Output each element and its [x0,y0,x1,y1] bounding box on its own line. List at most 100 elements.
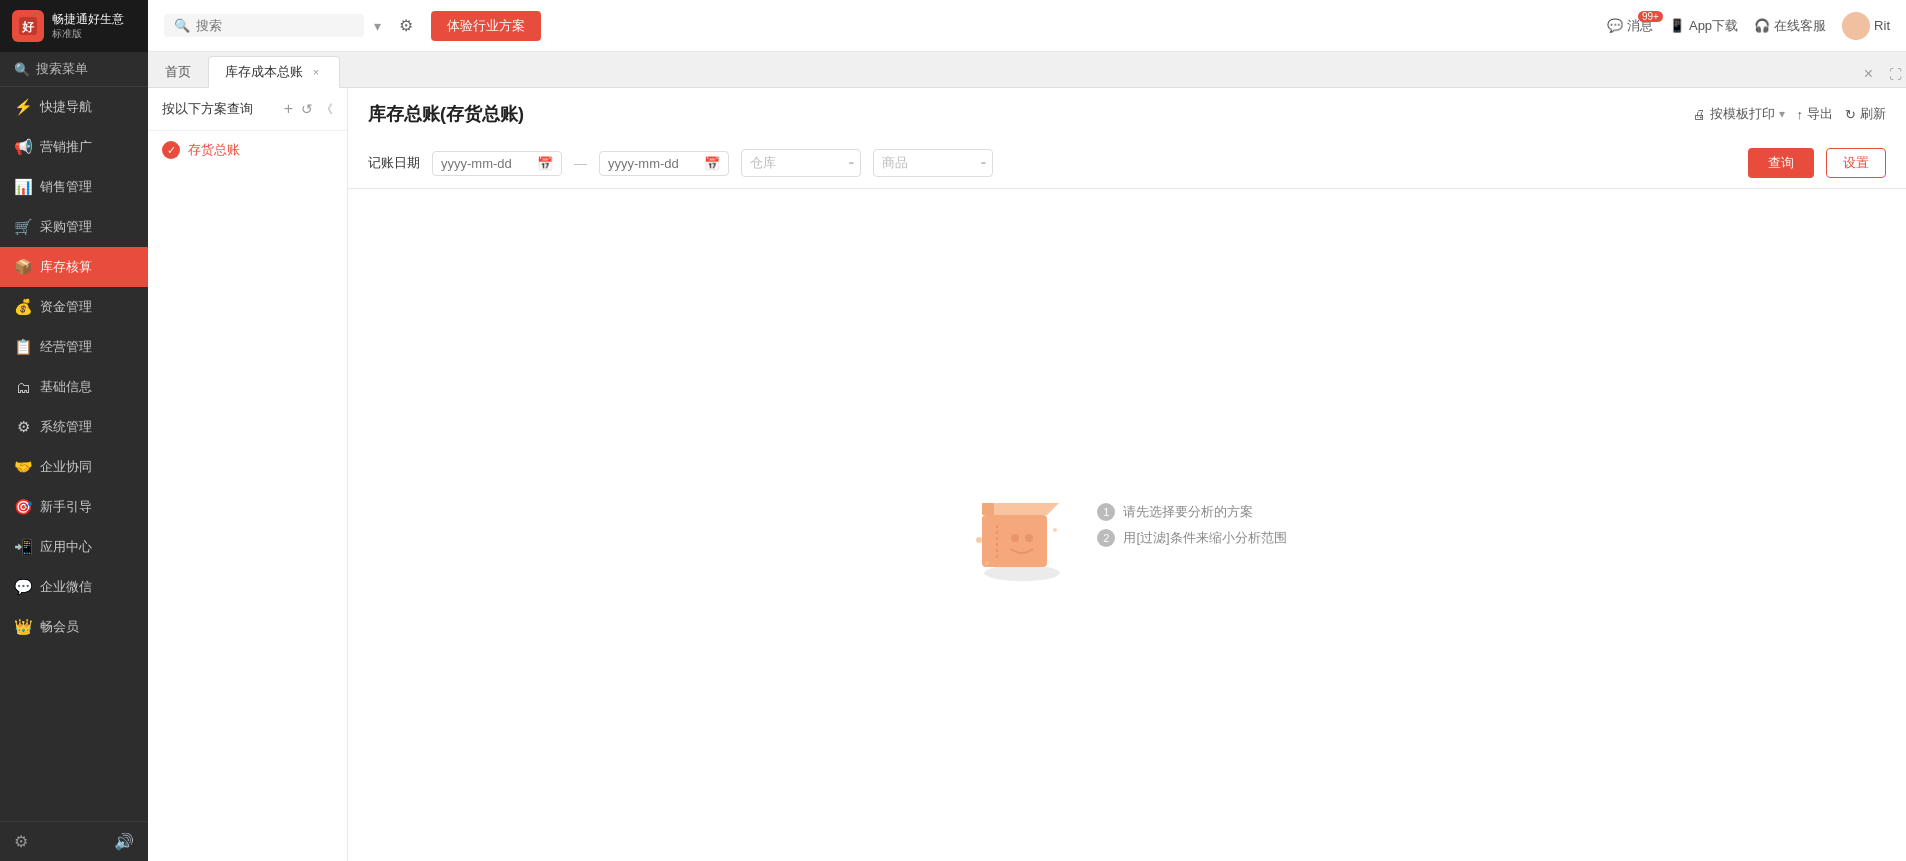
date-start-input[interactable]: 📅 [432,151,562,176]
topbar-gear-button[interactable]: ⚙ [391,11,421,41]
sidebar-item-guide[interactable]: 🎯 新手引导 [0,487,148,527]
page-header: 库存总账(存货总账) 🖨 按模板打印 ▾ ↑ 导出 ↻ [348,88,1906,189]
warehouse-select[interactable]: 仓库 ··· [741,149,861,177]
product-select[interactable]: 商品 ··· [873,149,993,177]
refresh-label: 刷新 [1860,105,1886,123]
sidebar-item-finance[interactable]: 💰 资金管理 [0,287,148,327]
sidebar-item-label: 企业微信 [40,578,92,596]
sidebar-item-basic[interactable]: 🗂 基础信息 [0,367,148,407]
print-button[interactable]: 🖨 按模板打印 ▾ [1693,105,1785,123]
quick-nav-icon: ⚡ [14,98,32,116]
export-button[interactable]: ↑ 导出 [1797,105,1834,123]
sidebar-item-purchase[interactable]: 🛒 采购管理 [0,207,148,247]
filter-item-inventory-total[interactable]: ✓ 存货总账 [148,131,347,169]
sidebar-item-wechat[interactable]: 💬 企业微信 [0,567,148,607]
refresh-button[interactable]: ↻ 刷新 [1845,105,1886,123]
date-end-input[interactable]: 📅 [599,151,729,176]
settings-icon[interactable]: ⚙ [14,832,28,851]
tab-inventory-ledger[interactable]: 库存成本总账 × [208,56,340,88]
settings-button[interactable]: 设置 [1826,148,1886,178]
warehouse-label: 仓库 [750,154,842,172]
close-icon[interactable]: × [1860,61,1877,87]
user-avatar [1842,12,1870,40]
topbar: 🔍 ▾ ⚙ 体验行业方案 💬 消息 99+ 📱 App下载 🎧 在线客服 [148,0,1906,52]
online-service-button[interactable]: 🎧 在线客服 [1754,17,1826,35]
topbar-search-input[interactable] [196,18,336,33]
wechat-icon: 💬 [14,578,32,596]
tab-inventory-ledger-label: 库存成本总账 [225,63,303,81]
svg-point-10 [1053,528,1057,532]
tabs-bar: 首页 库存成本总账 × × ⛶ [148,52,1906,88]
export-label: 导出 [1807,105,1833,123]
sidebar-item-apps[interactable]: 📲 应用中心 [0,527,148,567]
sidebar-search[interactable]: 🔍 搜索菜单 [0,52,148,87]
sidebar-item-vip[interactable]: 👑 畅会员 [0,607,148,647]
filter-add-icon[interactable]: + [284,100,293,118]
sidebar-item-sales[interactable]: 📊 销售管理 [0,167,148,207]
date-end-field[interactable] [608,156,698,171]
calendar-end-icon: 📅 [704,156,720,171]
tab-close-icon[interactable]: × [309,65,323,79]
sidebar-item-label: 销售管理 [40,178,92,196]
page-content: 按以下方案查询 + ↺ 《 ✓ 存货总账 库存总账(存货总账) [148,88,1906,861]
svg-point-2 [984,565,1060,581]
purchase-icon: 🛒 [14,218,32,236]
tab-bar-right: × ⛶ [1860,61,1906,87]
audio-icon[interactable]: 🔊 [114,832,134,851]
topbar-left: 🔍 ▾ ⚙ 体验行业方案 [164,11,1597,41]
sidebar-item-label: 采购管理 [40,218,92,236]
product-more-icon: ··· [980,154,984,172]
sidebar-item-cooperation[interactable]: 🤝 企业协同 [0,447,148,487]
expand-icon[interactable]: ⛶ [1885,63,1906,86]
messages-button[interactable]: 💬 消息 99+ [1607,17,1653,35]
chevron-down-icon[interactable]: ▾ [374,18,381,34]
sidebar-item-label: 畅会员 [40,618,79,636]
phone-icon: 📱 [1669,18,1685,33]
refresh-icon: ↻ [1845,107,1856,122]
sidebar-item-label: 基础信息 [40,378,92,396]
search-button[interactable]: 查询 [1748,148,1814,178]
system-icon: ⚙ [14,418,32,436]
sales-icon: 📊 [14,178,32,196]
sidebar-item-label: 经营管理 [40,338,92,356]
finance-icon: 💰 [14,298,32,316]
topbar-search-area[interactable]: 🔍 [164,14,364,37]
sidebar-item-marketing[interactable]: 📢 营销推广 [0,127,148,167]
sidebar-item-inventory[interactable]: 📦 库存核算 [0,247,148,287]
date-start-field[interactable] [441,156,531,171]
main-area: 🔍 ▾ ⚙ 体验行业方案 💬 消息 99+ 📱 App下载 🎧 在线客服 [148,0,1906,861]
tab-home[interactable]: 首页 [148,56,208,88]
app-name: 畅捷通好生意 [52,11,124,28]
filter-panel-label: 按以下方案查询 [162,100,253,118]
user-menu[interactable]: Rit [1842,12,1890,40]
sidebar-nav: ⚡ 快捷导航 📢 营销推广 📊 销售管理 🛒 采购管理 📦 库存核算 💰 资金管… [0,87,148,821]
filter-reset-icon[interactable]: ↺ [301,101,313,117]
message-icon: 💬 [1607,18,1623,33]
online-service-label: 在线客服 [1774,17,1826,35]
filter-panel: 按以下方案查询 + ↺ 《 ✓ 存货总账 [148,88,348,861]
empty-box-svg [967,475,1077,585]
business-icon: 📋 [14,338,32,356]
topbar-right: 💬 消息 99+ 📱 App下载 🎧 在线客服 Rit [1607,12,1890,40]
date-filter-label: 记账日期 [368,154,420,172]
sidebar-item-label: 应用中心 [40,538,92,556]
filter-collapse-icon[interactable]: 《 [321,101,333,118]
print-icon: 🖨 [1693,107,1706,122]
page-actions: 🖨 按模板打印 ▾ ↑ 导出 ↻ 刷新 [1693,105,1887,123]
sidebar-item-quick-nav[interactable]: ⚡ 快捷导航 [0,87,148,127]
sidebar-item-system[interactable]: ⚙ 系统管理 [0,407,148,447]
search-icon: 🔍 [14,62,30,77]
logo-icon: 好 [12,10,44,42]
print-chevron-icon: ▾ [1779,107,1785,121]
svg-point-8 [1025,534,1033,542]
sidebar-item-business[interactable]: 📋 经营管理 [0,327,148,367]
headset-icon: 🎧 [1754,18,1770,33]
app-download-button[interactable]: 📱 App下载 [1669,17,1738,35]
filter-row: 记账日期 📅 — 📅 仓库 ··· 商品 [368,138,1886,188]
cooperation-icon: 🤝 [14,458,32,476]
filter-item-label: 存货总账 [188,141,240,159]
content-area: 库存总账(存货总账) 🖨 按模板打印 ▾ ↑ 导出 ↻ [348,88,1906,861]
tip-2-text: 用[过滤]条件来缩小分析范围 [1123,525,1286,551]
trial-button[interactable]: 体验行业方案 [431,11,541,41]
basic-icon: 🗂 [14,378,32,396]
